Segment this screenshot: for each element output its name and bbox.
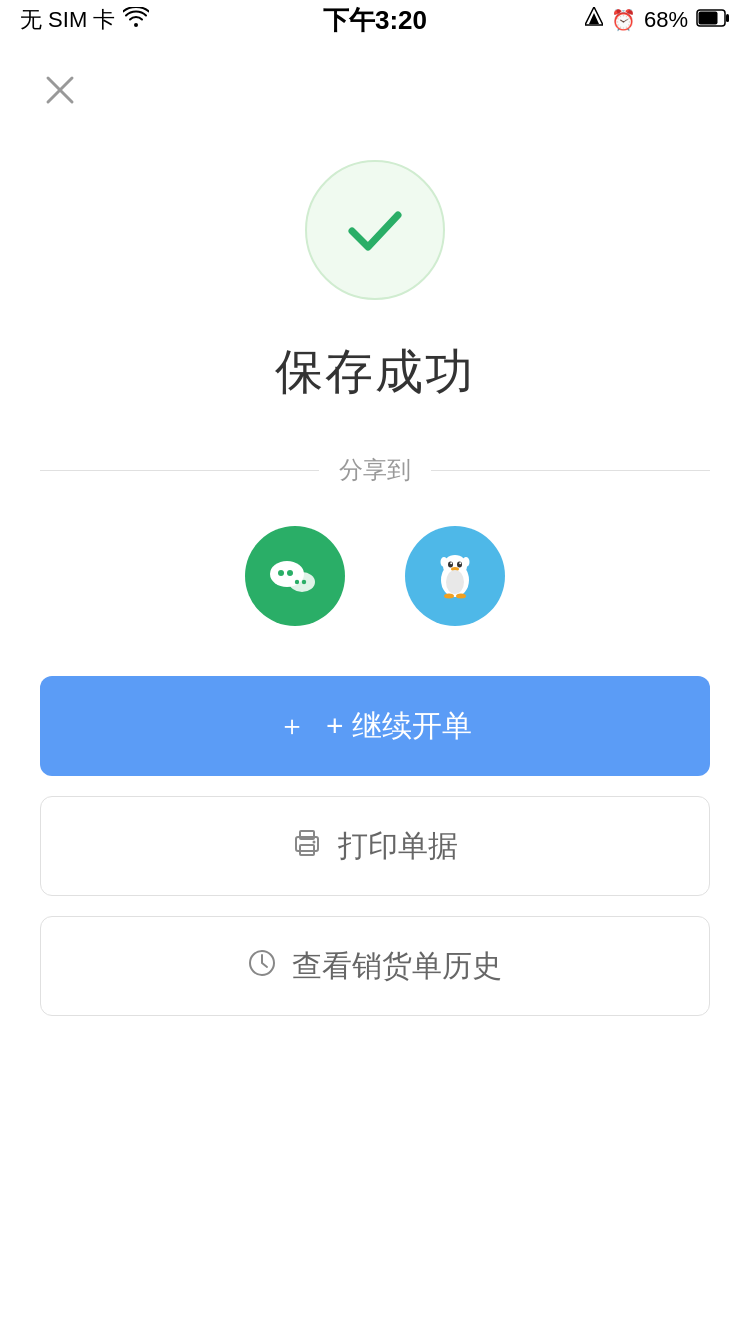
svg-point-14 [457, 562, 462, 568]
share-divider-right [431, 470, 710, 471]
share-divider-row: 分享到 [40, 454, 710, 486]
continue-icon: ＋ [278, 707, 306, 745]
success-icon-container [305, 160, 445, 300]
svg-point-21 [444, 594, 454, 599]
close-button[interactable] [30, 60, 90, 120]
status-bar: 无 SIM 卡 下午3:20 ⏰ 68% [0, 0, 750, 40]
status-time: 下午3:20 [323, 3, 427, 38]
svg-rect-1 [699, 12, 718, 25]
main-content: 保存成功 分享到 [0, 140, 750, 1334]
svg-point-6 [278, 570, 284, 576]
qq-share-button[interactable] [405, 526, 505, 626]
share-divider-left [40, 470, 319, 471]
battery-text: 68% [644, 7, 688, 33]
share-section: 分享到 [40, 454, 710, 626]
action-buttons: ＋ + 继续开单 打印单据 查看销货单历 [40, 676, 710, 1016]
battery-icon [696, 7, 730, 33]
qq-icon [425, 546, 485, 606]
svg-point-18 [446, 570, 464, 594]
carrier-text: 无 SIM 卡 [20, 5, 115, 35]
print-icon [292, 829, 322, 864]
location-icon [585, 7, 603, 33]
print-button[interactable]: 打印单据 [40, 796, 710, 896]
wechat-icon [265, 546, 325, 606]
history-button[interactable]: 查看销货单历史 [40, 916, 710, 1016]
svg-point-26 [313, 840, 316, 843]
checkmark-icon [340, 195, 410, 265]
svg-point-19 [441, 557, 448, 567]
share-icons-row [245, 526, 505, 626]
print-label: 打印单据 [338, 826, 458, 867]
svg-point-13 [448, 562, 453, 568]
status-left: 无 SIM 卡 [20, 5, 149, 35]
history-label: 查看销货单历史 [292, 946, 502, 987]
svg-point-16 [459, 562, 461, 564]
share-label: 分享到 [339, 454, 411, 486]
wifi-icon [123, 7, 149, 33]
svg-rect-2 [726, 14, 729, 22]
svg-point-9 [295, 580, 299, 584]
history-icon [248, 949, 276, 984]
continue-button[interactable]: ＋ + 继续开单 [40, 676, 710, 776]
continue-label: + 继续开单 [326, 706, 472, 747]
alarm-icon: ⏰ [611, 8, 636, 32]
status-right: ⏰ 68% [585, 7, 730, 33]
svg-point-7 [287, 570, 293, 576]
svg-point-15 [450, 562, 452, 564]
svg-point-20 [463, 557, 470, 567]
wechat-share-button[interactable] [245, 526, 345, 626]
success-title: 保存成功 [275, 340, 475, 404]
svg-point-22 [456, 594, 466, 599]
svg-point-10 [302, 580, 306, 584]
